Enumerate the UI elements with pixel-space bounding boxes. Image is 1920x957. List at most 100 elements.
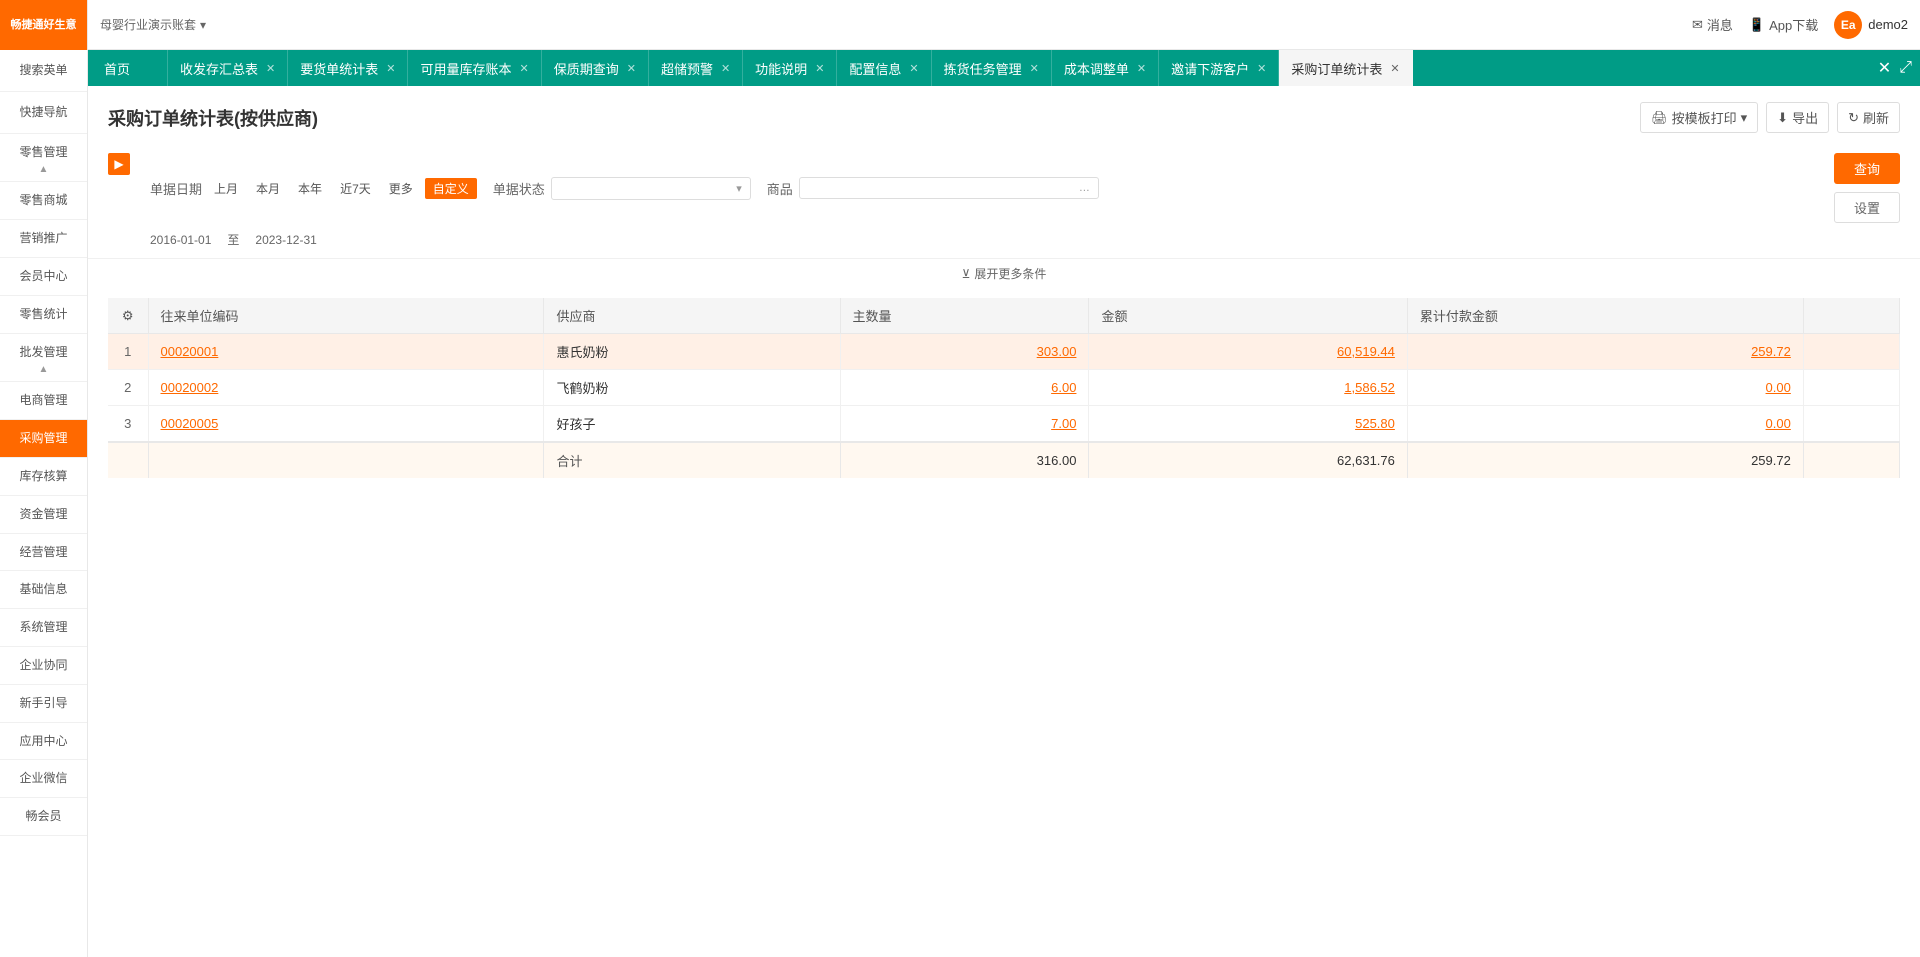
sidebar-label-wholesale-mgmt: 批发管理 [13, 340, 73, 365]
tab-available-stock-close[interactable]: ✕ [519, 62, 528, 75]
tab-home[interactable]: 首页 [88, 50, 168, 86]
tab-cost-adjust[interactable]: 成本调整单 ✕ [1052, 50, 1159, 86]
tab-warranty-query-close[interactable]: ✕ [627, 62, 636, 75]
goods-select[interactable]: … [799, 177, 1099, 199]
shortcut-last-month[interactable]: 上月 [208, 178, 244, 199]
tab-overstock-warning[interactable]: 超储预警 ✕ [649, 50, 743, 86]
row-code-1[interactable]: 00020001 [148, 334, 544, 370]
sidebar-label-member-center: 会员中心 [13, 264, 73, 289]
tab-requisition-summary-close[interactable]: ✕ [386, 62, 395, 75]
status-select[interactable]: ▾ [551, 177, 751, 200]
refresh-button[interactable]: ↻ 刷新 [1837, 102, 1900, 133]
filter-collapse-button[interactable]: ▶ [108, 153, 130, 175]
sidebar-item-sys-mgmt[interactable]: 系统管理 [0, 609, 87, 647]
tab-cost-adjust-close[interactable]: ✕ [1137, 62, 1146, 75]
sidebar-item-finance-mgmt[interactable]: 资金管理 [0, 496, 87, 534]
expand-row: ⊻ 展开更多条件 [88, 259, 1920, 288]
sidebar-item-retail-mgmt[interactable]: 零售管理 ▲ [0, 134, 87, 183]
tab-purchase-summary-close[interactable]: ✕ [1390, 62, 1399, 75]
row-code-3[interactable]: 00020005 [148, 406, 544, 443]
tab-function-desc[interactable]: 功能说明 ✕ [743, 50, 837, 86]
tab-config-info[interactable]: 配置信息 ✕ [837, 50, 931, 86]
row-paid-1[interactable]: 259.72 [1407, 334, 1803, 370]
query-button[interactable]: 查询 [1834, 153, 1900, 184]
row-paid-2[interactable]: 0.00 [1407, 370, 1803, 406]
row-paid-3[interactable]: 0.00 [1407, 406, 1803, 443]
row-amount-3[interactable]: 525.80 [1089, 406, 1407, 443]
row-amount-1[interactable]: 60,519.44 [1089, 334, 1407, 370]
tab-overstock-warning-close[interactable]: ✕ [721, 62, 730, 75]
tab-invite-customer[interactable]: 邀请下游客户 ✕ [1159, 50, 1279, 86]
tab-pick-task-close[interactable]: ✕ [1030, 62, 1039, 75]
message-button[interactable]: ✉ 消息 [1692, 15, 1733, 34]
code-link-3[interactable]: 00020005 [161, 416, 219, 431]
tab-purchase-summary-label: 采购订单统计表 [1291, 59, 1382, 78]
row-qty-3[interactable]: 7.00 [840, 406, 1089, 443]
print-icon: 🖨 [1651, 110, 1668, 126]
sidebar-item-app-center[interactable]: 应用中心 [0, 723, 87, 761]
tab-requisition-summary[interactable]: 要货单统计表 ✕ [288, 50, 408, 86]
shortcut-more[interactable]: 更多 [383, 178, 419, 199]
tab-receive-summary-close[interactable]: ✕ [266, 62, 275, 75]
tab-config-info-close[interactable]: ✕ [909, 62, 918, 75]
sidebar-item-retail-stats[interactable]: 零售统计 [0, 296, 87, 334]
footer-label-text: 合计 [544, 442, 840, 478]
sidebar-item-vip[interactable]: 畅会员 [0, 798, 87, 836]
code-link-1[interactable]: 00020001 [161, 344, 219, 359]
username-label: demo2 [1868, 17, 1908, 32]
sidebar-item-marketing[interactable]: 营销推广 [0, 220, 87, 258]
tab-function-desc-close[interactable]: ✕ [815, 62, 824, 75]
col-extra [1803, 298, 1899, 334]
page-header: 采购订单统计表(按供应商) 🖨 按模板打印 ▾ ⬇ 导出 ↻ 刷新 [88, 86, 1920, 143]
sidebar-item-retail-mall[interactable]: 零售商城 [0, 182, 87, 220]
tab-warranty-query[interactable]: 保质期查询 ✕ [542, 50, 649, 86]
footer-label [148, 442, 544, 478]
gear-icon[interactable]: ⚙ [122, 308, 134, 323]
tab-pick-task[interactable]: 拣货任务管理 ✕ [932, 50, 1052, 86]
tab-available-stock[interactable]: 可用量库存账本 ✕ [408, 50, 541, 86]
export-button[interactable]: ⬇ 导出 [1766, 102, 1829, 133]
tab-receive-summary[interactable]: 收发存汇总表 ✕ [168, 50, 288, 86]
app-download-button[interactable]: 📱 App下载 [1749, 15, 1818, 34]
goods-filter: 商品 … [767, 177, 1099, 199]
page-content: 采购订单统计表(按供应商) 🖨 按模板打印 ▾ ⬇ 导出 ↻ 刷新 ▶ [88, 86, 1920, 957]
print-button[interactable]: 🖨 按模板打印 ▾ [1640, 102, 1758, 133]
sidebar-item-search[interactable]: 搜索英单 [0, 50, 87, 92]
shortcut-this-year[interactable]: 本年 [292, 178, 328, 199]
sidebar-item-wholesale-mgmt[interactable]: 批发管理 ▲ [0, 334, 87, 383]
row-amount-2[interactable]: 1,586.52 [1089, 370, 1407, 406]
code-link-2[interactable]: 00020002 [161, 380, 219, 395]
shortcut-this-month[interactable]: 本月 [250, 178, 286, 199]
status-filter: 单据状态 ▾ [493, 177, 751, 200]
tab-function-desc-label: 功能说明 [755, 59, 807, 78]
tab-invite-customer-close[interactable]: ✕ [1257, 62, 1266, 75]
sidebar-item-stock-check[interactable]: 库存核算 [0, 458, 87, 496]
sidebar-item-quick-nav[interactable]: 快捷导航 [0, 92, 87, 134]
sidebar-item-basic-info[interactable]: 基础信息 [0, 571, 87, 609]
settings-button[interactable]: 设置 [1834, 192, 1900, 223]
sidebar-item-enterprise-wechat[interactable]: 企业微信 [0, 760, 87, 798]
row-supplier-3: 好孩子 [544, 406, 840, 443]
sidebar-item-member-center[interactable]: 会员中心 [0, 258, 87, 296]
avatar: Ea [1834, 11, 1862, 39]
sidebar-item-ops-mgmt[interactable]: 经营管理 [0, 534, 87, 572]
shortcut-custom[interactable]: 自定义 [425, 178, 477, 199]
print-dropdown-icon: ▾ [1741, 110, 1748, 126]
sidebar-item-purchase-mgmt[interactable]: 采购管理 [0, 420, 87, 458]
expand-button[interactable]: ⊻ 展开更多条件 [962, 265, 1047, 282]
row-code-2[interactable]: 00020002 [148, 370, 544, 406]
sidebar-item-new-guide[interactable]: 新手引导 [0, 685, 87, 723]
row-qty-1[interactable]: 303.00 [840, 334, 1089, 370]
tab-requisition-summary-label: 要货单统计表 [300, 59, 378, 78]
user-menu[interactable]: Ea demo2 [1834, 11, 1908, 39]
tab-purchase-summary[interactable]: 采购订单统计表 ✕ [1279, 50, 1412, 86]
tab-close-all-icon[interactable]: ✕ [1878, 58, 1891, 78]
row-qty-2[interactable]: 6.00 [840, 370, 1089, 406]
filter-row-1: 单据日期 上月 本月 本年 近7天 更多 自定义 单据状态 ▾ [150, 153, 1900, 223]
sidebar-item-ecommerce[interactable]: 电商管理 [0, 382, 87, 420]
tab-fullscreen-icon[interactable]: ⤢ [1899, 59, 1912, 77]
tabbar-end: ✕ ⤢ [1870, 50, 1920, 86]
sidebar-item-enterprise-coop[interactable]: 企业协同 [0, 647, 87, 685]
sidebar-label-ecommerce: 电商管理 [13, 388, 73, 413]
shortcut-7days[interactable]: 近7天 [334, 178, 377, 199]
